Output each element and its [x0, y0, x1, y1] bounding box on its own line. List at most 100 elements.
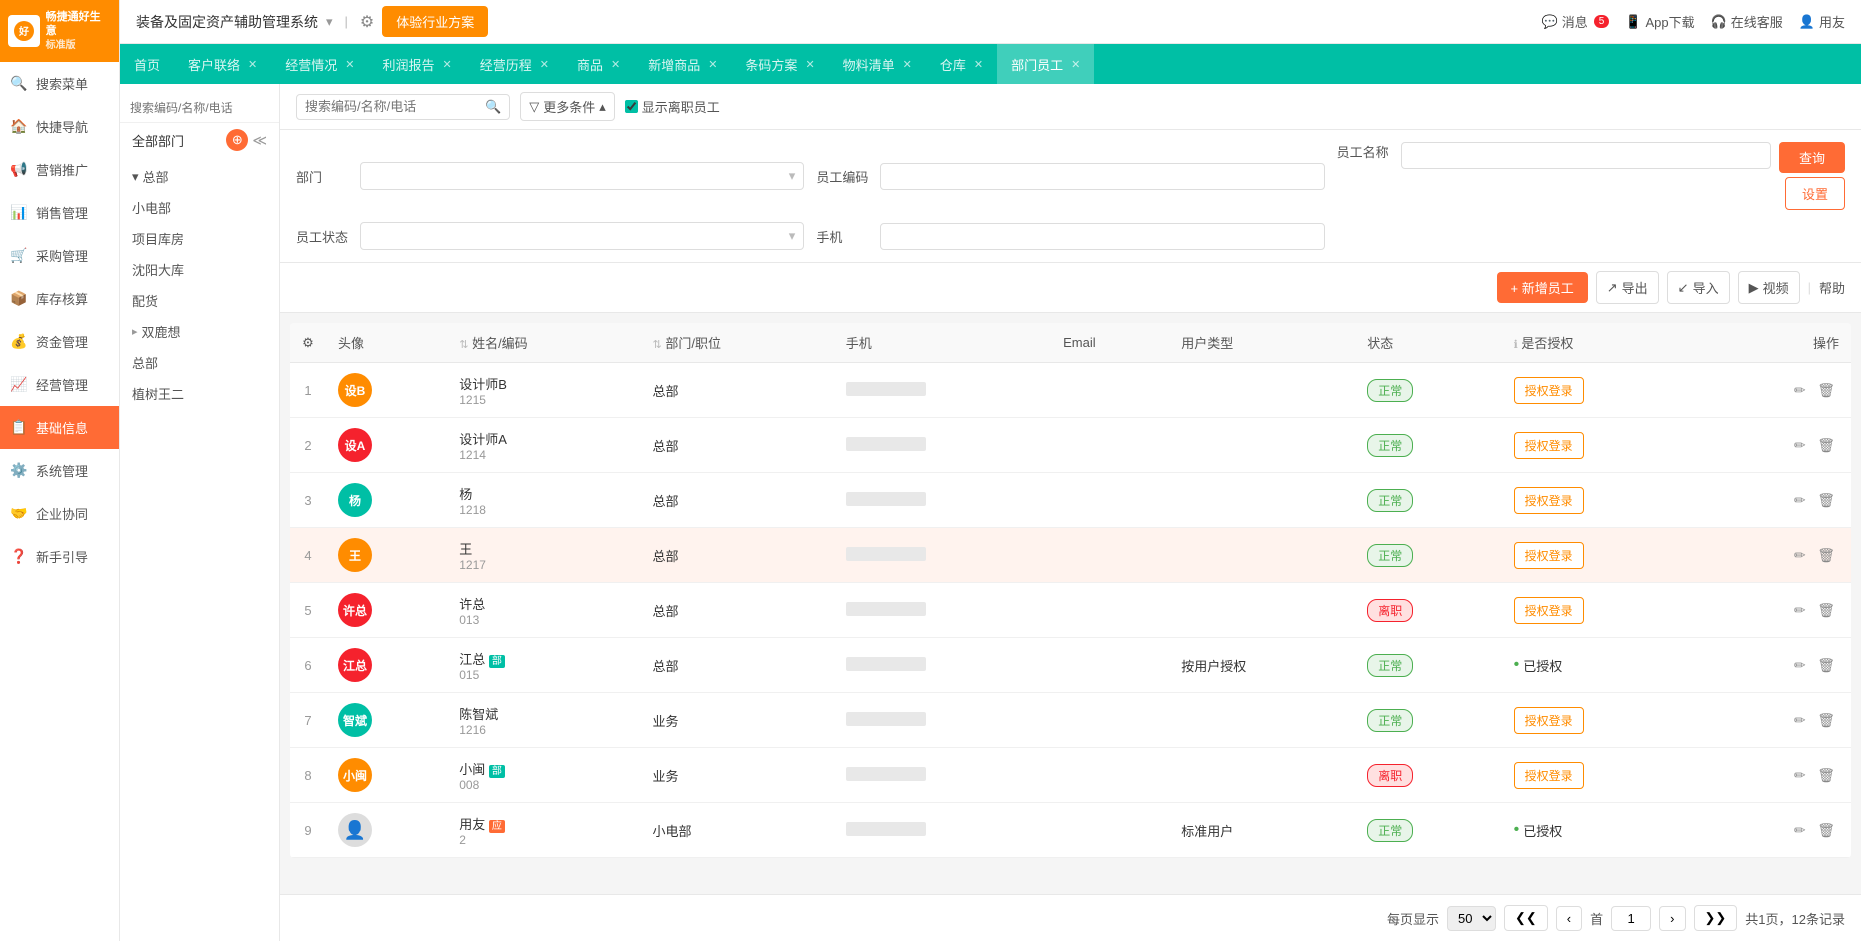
delete-button[interactable]: 🗑: [1813, 435, 1839, 456]
delete-button[interactable]: 🗑: [1813, 655, 1839, 676]
sidebar-item-guide[interactable]: ❓ 新手引导: [0, 535, 119, 578]
per-page-select[interactable]: 50: [1447, 906, 1496, 931]
sidebar-item-sales[interactable]: 📊 销售管理: [0, 191, 119, 234]
tab-bom[interactable]: 物料清单 ✕: [829, 44, 926, 84]
search-icon[interactable]: 🔍: [485, 99, 501, 115]
auth-button[interactable]: 授权登录: [1514, 762, 1584, 789]
delete-button[interactable]: 🗑: [1813, 600, 1839, 621]
sidebar-item-quicknav[interactable]: 🏠 快捷导航: [0, 105, 119, 148]
employee-code-input[interactable]: [880, 163, 1324, 190]
dept-search-input[interactable]: [130, 101, 280, 115]
delete-button[interactable]: 🗑: [1813, 545, 1839, 566]
auth-button[interactable]: 授权登录: [1514, 377, 1584, 404]
tab-product[interactable]: 商品 ✕: [563, 44, 634, 84]
tab-home[interactable]: 首页: [120, 44, 174, 84]
add-employee-button[interactable]: + 新增员工: [1497, 272, 1588, 303]
edit-button[interactable]: ✏: [1790, 600, 1810, 621]
close-new-product-tab[interactable]: ✕: [708, 58, 717, 71]
delete-button[interactable]: 🗑: [1813, 820, 1839, 841]
dept-item-shuangluxiang[interactable]: ▸ 双鹿想: [120, 316, 279, 347]
auth-button[interactable]: 授权登录: [1514, 597, 1584, 624]
tab-employee[interactable]: 部门员工 ✕: [997, 44, 1094, 84]
edit-button[interactable]: ✏: [1790, 820, 1810, 841]
delete-button[interactable]: 🗑: [1813, 380, 1839, 401]
show-resigned-checkbox[interactable]: [625, 100, 638, 113]
topbar-dropdown-icon[interactable]: ▾: [326, 14, 333, 30]
auth-button[interactable]: 授权登录: [1514, 432, 1584, 459]
tab-customer[interactable]: 客户联络 ✕: [174, 44, 271, 84]
edit-button[interactable]: ✏: [1790, 765, 1810, 786]
search-input[interactable]: [305, 99, 485, 114]
dept-item-shenyang[interactable]: 沈阳大库: [120, 254, 279, 285]
delete-button[interactable]: 🗑: [1813, 490, 1839, 511]
sidebar-item-finance[interactable]: 💰 资金管理: [0, 320, 119, 363]
close-history-tab[interactable]: ✕: [540, 58, 549, 71]
close-employee-tab[interactable]: ✕: [1071, 58, 1080, 71]
close-warehouse-tab[interactable]: ✕: [974, 58, 983, 71]
edit-button[interactable]: ✏: [1790, 490, 1810, 511]
show-resigned-checkbox-label[interactable]: 显示离职员工: [625, 97, 720, 116]
close-operation-tab[interactable]: ✕: [345, 58, 354, 71]
sidebar-item-inventory[interactable]: 📦 库存核算: [0, 277, 119, 320]
import-button[interactable]: ↙ 导入: [1667, 271, 1730, 304]
edit-button[interactable]: ✏: [1790, 380, 1810, 401]
employee-name-input[interactable]: [1401, 142, 1771, 169]
close-bom-tab[interactable]: ✕: [903, 58, 912, 71]
edit-button[interactable]: ✏: [1790, 655, 1810, 676]
sidebar-item-search[interactable]: 🔍 搜索菜单: [0, 62, 119, 105]
user-avatar[interactable]: 👤 用友: [1799, 12, 1845, 31]
tab-profit[interactable]: 利润报告 ✕: [368, 44, 465, 84]
dept-item-distribution[interactable]: 配货: [120, 285, 279, 316]
app-download-button[interactable]: 📱 App下载: [1625, 12, 1694, 31]
first-page-button[interactable]: ❮❮: [1504, 905, 1548, 931]
sidebar-item-purchase[interactable]: 🛒 采购管理: [0, 234, 119, 277]
close-profit-tab[interactable]: ✕: [443, 58, 452, 71]
more-conditions-button[interactable]: ▽ 更多条件 ▴: [520, 92, 615, 121]
sidebar-item-basic[interactable]: 📋 基础信息: [0, 406, 119, 449]
tab-history[interactable]: 经营历程 ✕: [466, 44, 563, 84]
last-page-button[interactable]: ❯❯: [1694, 905, 1738, 931]
dept-item-headquarter2[interactable]: 总部: [120, 347, 279, 378]
dept-item-xiao-dian[interactable]: 小电部: [120, 192, 279, 223]
phone-input[interactable]: [880, 223, 1324, 250]
tab-new-product[interactable]: 新增商品 ✕: [634, 44, 731, 84]
delete-button[interactable]: 🗑: [1813, 765, 1839, 786]
edit-button[interactable]: ✏: [1790, 545, 1810, 566]
dept-add-icon[interactable]: ⊕: [226, 129, 248, 151]
set-button[interactable]: 设置: [1785, 177, 1845, 210]
close-product-tab[interactable]: ✕: [611, 58, 620, 71]
experience-button[interactable]: 体验行业方案: [382, 6, 488, 37]
online-service-button[interactable]: 🎧 在线客服: [1711, 12, 1783, 31]
next-page-button[interactable]: ›: [1659, 906, 1685, 931]
table-settings-icon[interactable]: ⚙: [302, 335, 314, 350]
dept-item-project[interactable]: 项目库房: [120, 223, 279, 254]
sidebar-item-operation[interactable]: 📈 经营管理: [0, 363, 119, 406]
edit-button[interactable]: ✏: [1790, 435, 1810, 456]
tab-warehouse[interactable]: 仓库 ✕: [926, 44, 997, 84]
sidebar-item-collab[interactable]: 🤝 企业协同: [0, 492, 119, 535]
page-number-input[interactable]: [1611, 906, 1651, 931]
sidebar-item-system[interactable]: ⚙️ 系统管理: [0, 449, 119, 492]
tab-barcode[interactable]: 条码方案 ✕: [731, 44, 828, 84]
col-dept[interactable]: ⇅ 部门/职位: [640, 323, 833, 363]
col-settings[interactable]: ⚙: [290, 323, 326, 363]
sidebar-item-marketing[interactable]: 📢 营销推广: [0, 148, 119, 191]
tab-operation-status[interactable]: 经营情况 ✕: [271, 44, 368, 84]
help-text[interactable]: 帮助: [1819, 278, 1845, 297]
message-button[interactable]: 💬 消息 5: [1542, 12, 1610, 31]
delete-button[interactable]: 🗑: [1813, 710, 1839, 731]
close-barcode-tab[interactable]: ✕: [805, 58, 814, 71]
auth-button[interactable]: 授权登录: [1514, 542, 1584, 569]
view-button[interactable]: ▶ 视频: [1738, 271, 1800, 304]
export-button[interactable]: ↗ 导出: [1596, 271, 1659, 304]
employee-status-select[interactable]: ▾: [360, 222, 804, 250]
edit-button[interactable]: ✏: [1790, 710, 1810, 731]
dept-collapse-icon[interactable]: ≪: [252, 132, 267, 149]
search-button[interactable]: 查询: [1779, 142, 1845, 173]
dept-filter-select[interactable]: ▾: [360, 162, 804, 190]
prev-page-button[interactable]: ‹: [1556, 906, 1582, 931]
auth-button[interactable]: 授权登录: [1514, 707, 1584, 734]
dept-item-headquarter[interactable]: ▾ 总部: [120, 161, 279, 192]
auth-button[interactable]: 授权登录: [1514, 487, 1584, 514]
settings-gear-icon[interactable]: ⚙: [360, 12, 374, 32]
